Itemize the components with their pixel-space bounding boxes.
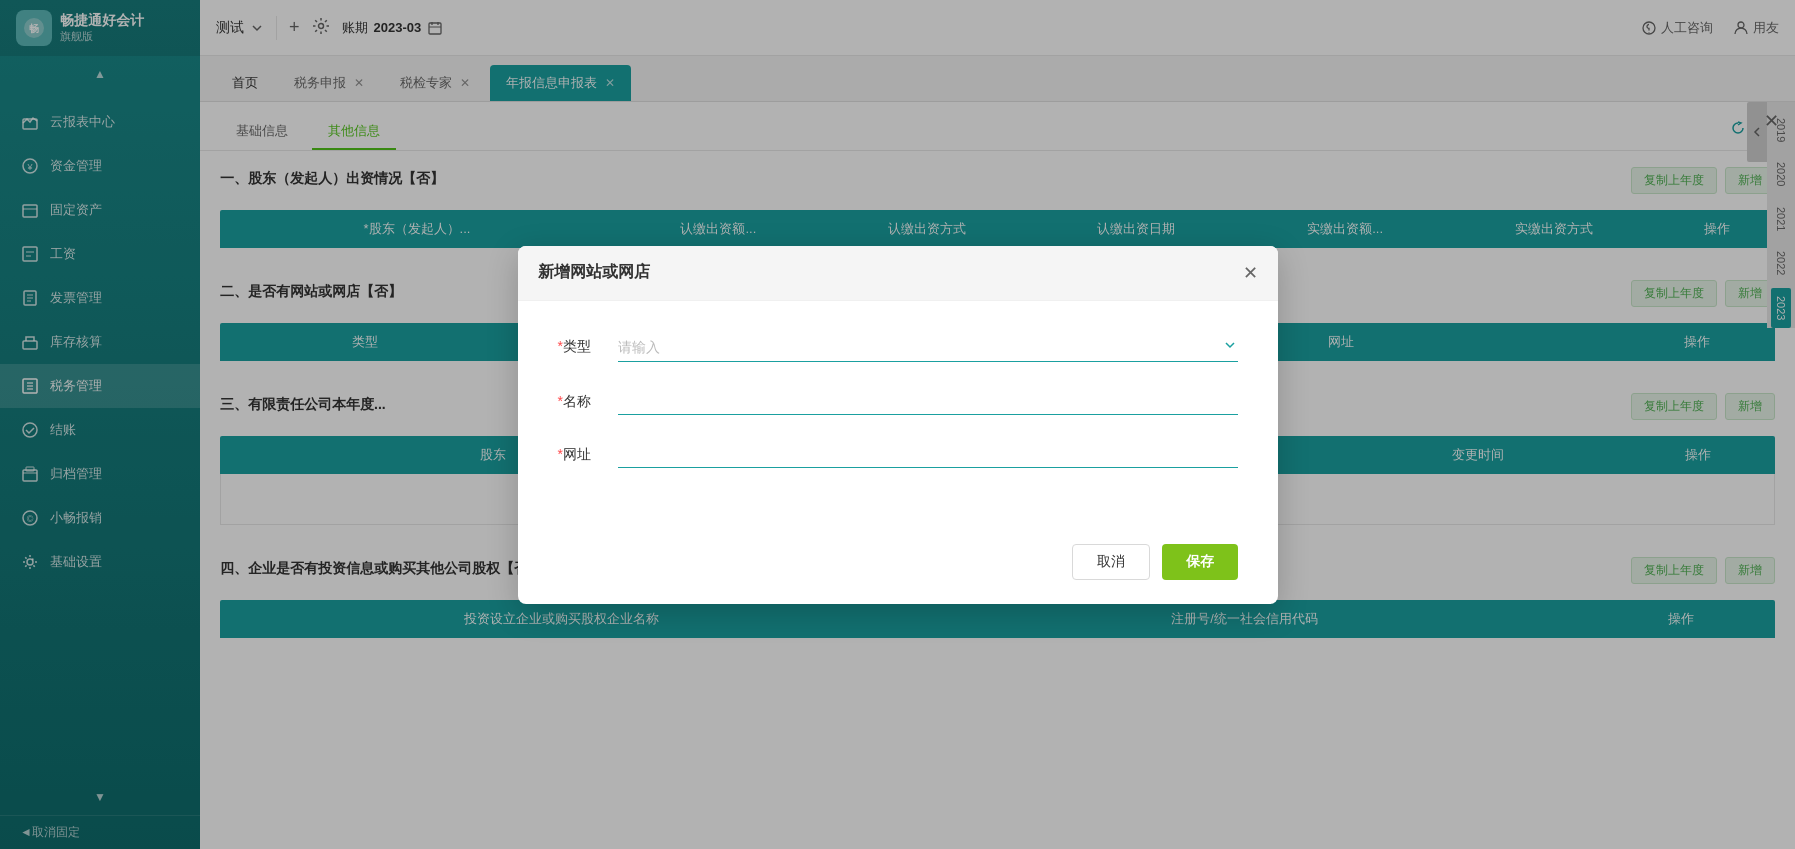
- type-dropdown-icon[interactable]: [1222, 337, 1238, 357]
- add-website-dialog: 新增网站或网店 ✕ *类型 *名称: [518, 246, 1278, 604]
- url-label: *网址: [558, 446, 618, 464]
- type-label-text: 类型: [563, 338, 591, 354]
- url-input-wrap: [618, 443, 1238, 468]
- type-input[interactable]: [618, 339, 1222, 355]
- cancel-button[interactable]: 取消: [1072, 544, 1150, 580]
- dialog-header: 新增网站或网店 ✕: [518, 246, 1278, 301]
- type-label: *类型: [558, 338, 618, 356]
- name-label: *名称: [558, 393, 618, 411]
- url-label-text: 网址: [563, 446, 591, 462]
- url-input[interactable]: [618, 447, 1238, 463]
- name-input[interactable]: [618, 394, 1238, 410]
- form-row-type: *类型: [558, 333, 1238, 362]
- dialog-footer: 取消 保存: [518, 528, 1278, 604]
- dialog-title: 新增网站或网店: [538, 262, 650, 283]
- dialog-close-button[interactable]: ✕: [1243, 262, 1258, 284]
- form-row-url: *网址: [558, 443, 1238, 468]
- type-input-wrap: [618, 333, 1238, 362]
- dialog-body: *类型 *名称 *网址: [518, 301, 1278, 528]
- name-label-text: 名称: [563, 393, 591, 409]
- name-input-wrap: [618, 390, 1238, 415]
- form-row-name: *名称: [558, 390, 1238, 415]
- save-button[interactable]: 保存: [1162, 544, 1238, 580]
